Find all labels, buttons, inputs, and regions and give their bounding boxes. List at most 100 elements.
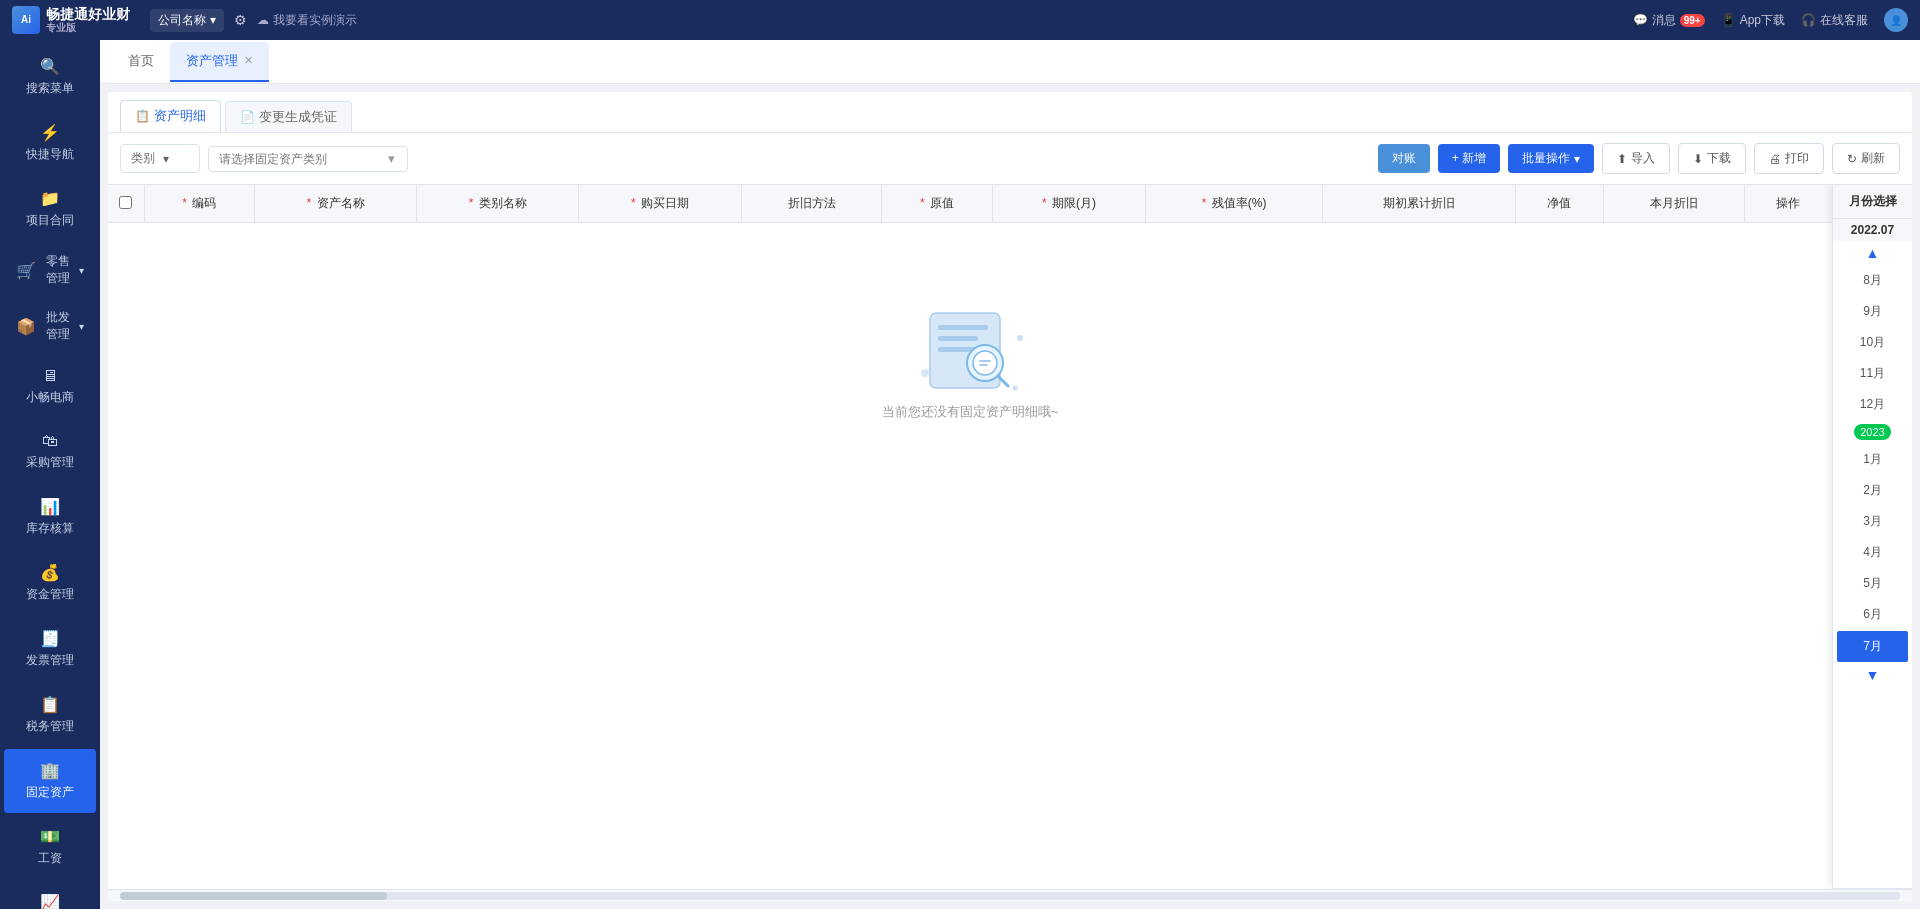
svg-point-5 — [973, 351, 997, 375]
invoice-icon: 🧾 — [40, 629, 60, 648]
chevron-down-icon: ▾ — [163, 152, 169, 166]
refresh-button[interactable]: ↻ 刷新 — [1832, 143, 1900, 174]
app-title: 畅捷通好业财 专业版 — [46, 6, 130, 35]
sidebar-item-project[interactable]: 📁 项目合同 — [4, 177, 96, 241]
table-container: * 编码 * 资产名称 * 类别名称 — [108, 185, 1832, 889]
sub-tab-change-voucher[interactable]: 📄 变更生成凭证 — [225, 101, 352, 132]
month-item[interactable]: 7月 — [1837, 631, 1908, 662]
online-service-button[interactable]: 🎧 在线客服 — [1801, 12, 1868, 29]
reconcile-button[interactable]: 对账 — [1378, 144, 1430, 173]
app-logo: Ai 畅捷通好业财 专业版 — [12, 6, 130, 35]
dropdown-arrow-icon: ▾ — [388, 151, 395, 166]
svg-point-9 — [1017, 335, 1023, 341]
content-area: 首页 资产管理 ✕ 📋 资产明细 📄 变更生成凭证 — [100, 40, 1920, 909]
sidebar-item-retail[interactable]: 🛒 零售管理 ▾ — [4, 243, 96, 297]
arrow-icon: ▾ — [79, 321, 84, 332]
lightning-icon: ⚡ — [40, 123, 60, 142]
sidebar-item-wholesale[interactable]: 📦 批发管理 ▾ — [4, 299, 96, 353]
sidebar-item-operations[interactable]: 📈 经营管理 — [4, 881, 96, 909]
month-item[interactable]: 3月 — [1833, 506, 1912, 537]
svg-rect-8 — [979, 364, 988, 366]
month-item[interactable]: 6月 — [1833, 599, 1912, 630]
month-panel-header: 月份选择 — [1833, 185, 1912, 219]
month-up-button[interactable]: ▲ — [1833, 241, 1912, 265]
user-avatar[interactable]: 👤 — [1884, 8, 1908, 32]
sub-tab-asset-detail[interactable]: 📋 资产明细 — [120, 100, 221, 132]
sidebar-item-tax[interactable]: 📋 税务管理 — [4, 683, 96, 747]
tab-home[interactable]: 首页 — [112, 42, 170, 82]
batch-operation-button[interactable]: 批量操作 ▾ — [1508, 144, 1594, 173]
col-purchase-date: * 购买日期 — [579, 185, 741, 223]
sidebar-item-search[interactable]: 🔍 搜索菜单 — [4, 45, 96, 109]
salary-icon: 💵 — [40, 827, 60, 846]
message-button[interactable]: 💬 消息 99+ — [1633, 12, 1705, 29]
month-down-button[interactable]: ▼ — [1833, 663, 1912, 687]
empty-text: 当前您还没有固定资产明细哦~ — [882, 403, 1059, 421]
inventory-icon: 📊 — [40, 497, 60, 516]
import-button[interactable]: ⬆ 导入 — [1602, 143, 1670, 174]
arrow-icon: ▾ — [79, 265, 84, 276]
ecommerce-icon: 🖥 — [42, 367, 58, 385]
month-panel: 月份选择 2022.07 ▲ 8月9月10月11月12月 2023 1月2月3月… — [1832, 185, 1912, 889]
sidebar: 🔍 搜索菜单 ⚡ 快捷导航 📁 项目合同 🛒 零售管理 ▾ 📦 批发管理 ▾ 🖥… — [0, 40, 100, 909]
month-item[interactable]: 4月 — [1833, 537, 1912, 568]
col-monthly-depreciation: 本月折旧 — [1604, 185, 1745, 223]
message-icon: 💬 — [1633, 13, 1648, 27]
search-icon: 🔍 — [40, 57, 60, 76]
col-category: * 类别名称 — [417, 185, 579, 223]
company-selector[interactable]: 公司名称 ▾ — [150, 9, 224, 32]
sidebar-item-quick-nav[interactable]: ⚡ 快捷导航 — [4, 111, 96, 175]
sidebar-item-inventory[interactable]: 📊 库存核算 — [4, 485, 96, 549]
doc-icon: 📄 — [240, 110, 255, 124]
user-icon: 👤 — [1890, 15, 1902, 26]
folder-icon: 📁 — [40, 189, 60, 208]
svg-point-11 — [1013, 386, 1018, 391]
cloud-icon: ☁ — [257, 13, 269, 27]
month-item[interactable]: 1月 — [1833, 444, 1912, 475]
asset-table: * 编码 * 资产名称 * 类别名称 — [108, 185, 1832, 223]
month-item[interactable]: 10月 — [1833, 327, 1912, 358]
col-period: * 期限(月) — [992, 185, 1146, 223]
chart-icon: 📈 — [40, 893, 60, 909]
sidebar-item-fixed-asset[interactable]: 🏢 固定资产 — [4, 749, 96, 813]
main-layout: 🔍 搜索菜单 ⚡ 快捷导航 📁 项目合同 🛒 零售管理 ▾ 📦 批发管理 ▾ 🖥… — [0, 40, 1920, 909]
col-operation: 操作 — [1744, 185, 1832, 223]
month-item[interactable]: 12月 — [1833, 389, 1912, 420]
building-icon: 🏢 — [40, 761, 60, 780]
demo-link[interactable]: ☁ 我要看实例演示 — [257, 12, 357, 29]
sidebar-item-finance[interactable]: 💰 资金管理 — [4, 551, 96, 615]
horizontal-scrollbar[interactable] — [108, 889, 1912, 901]
col-residual-rate: * 残值率(%) — [1146, 185, 1323, 223]
add-button[interactable]: + 新增 — [1438, 144, 1500, 173]
month-item[interactable]: 5月 — [1833, 568, 1912, 599]
month-item[interactable]: 8月 — [1833, 265, 1912, 296]
sidebar-item-purchase[interactable]: 🛍 采购管理 — [4, 420, 96, 483]
sidebar-item-ecommerce[interactable]: 🖥 小畅电商 — [4, 355, 96, 418]
month-item[interactable]: 2月 — [1833, 475, 1912, 506]
headset-icon: 🎧 — [1801, 13, 1816, 27]
col-name: * 资产名称 — [254, 185, 416, 223]
sidebar-item-salary[interactable]: 💵 工资 — [4, 815, 96, 879]
download-button[interactable]: ⬇ 下载 — [1678, 143, 1746, 174]
logo-icon: Ai — [12, 6, 40, 34]
svg-point-10 — [921, 369, 929, 377]
year-2023-badge: 2023 — [1854, 424, 1890, 440]
select-all-checkbox[interactable] — [119, 196, 132, 209]
phone-icon: 📱 — [1721, 13, 1736, 27]
app-download-button[interactable]: 📱 App下载 — [1721, 12, 1785, 29]
sidebar-item-invoice[interactable]: 🧾 发票管理 — [4, 617, 96, 681]
category-input[interactable] — [208, 146, 408, 172]
top-bar: Ai 畅捷通好业财 专业版 公司名称 ▾ ⚙ ☁ 我要看实例演示 💬 消息 99… — [0, 0, 1920, 40]
download-icon: ⬇ — [1693, 152, 1703, 166]
month-item[interactable]: 9月 — [1833, 296, 1912, 327]
category-select[interactable]: 类别 ▾ — [120, 144, 200, 173]
print-button[interactable]: 🖨 打印 — [1754, 143, 1824, 174]
svg-rect-7 — [979, 360, 991, 362]
settings-icon[interactable]: ⚙ — [234, 12, 247, 28]
tab-close-icon[interactable]: ✕ — [244, 54, 253, 67]
empty-state: 当前您还没有固定资产明细哦~ — [108, 223, 1832, 501]
sub-tab-bar: 📋 资产明细 📄 变更生成凭证 — [108, 92, 1912, 133]
refresh-icon: ↻ — [1847, 152, 1857, 166]
month-item[interactable]: 11月 — [1833, 358, 1912, 389]
tab-asset-mgmt[interactable]: 资产管理 ✕ — [170, 42, 269, 82]
